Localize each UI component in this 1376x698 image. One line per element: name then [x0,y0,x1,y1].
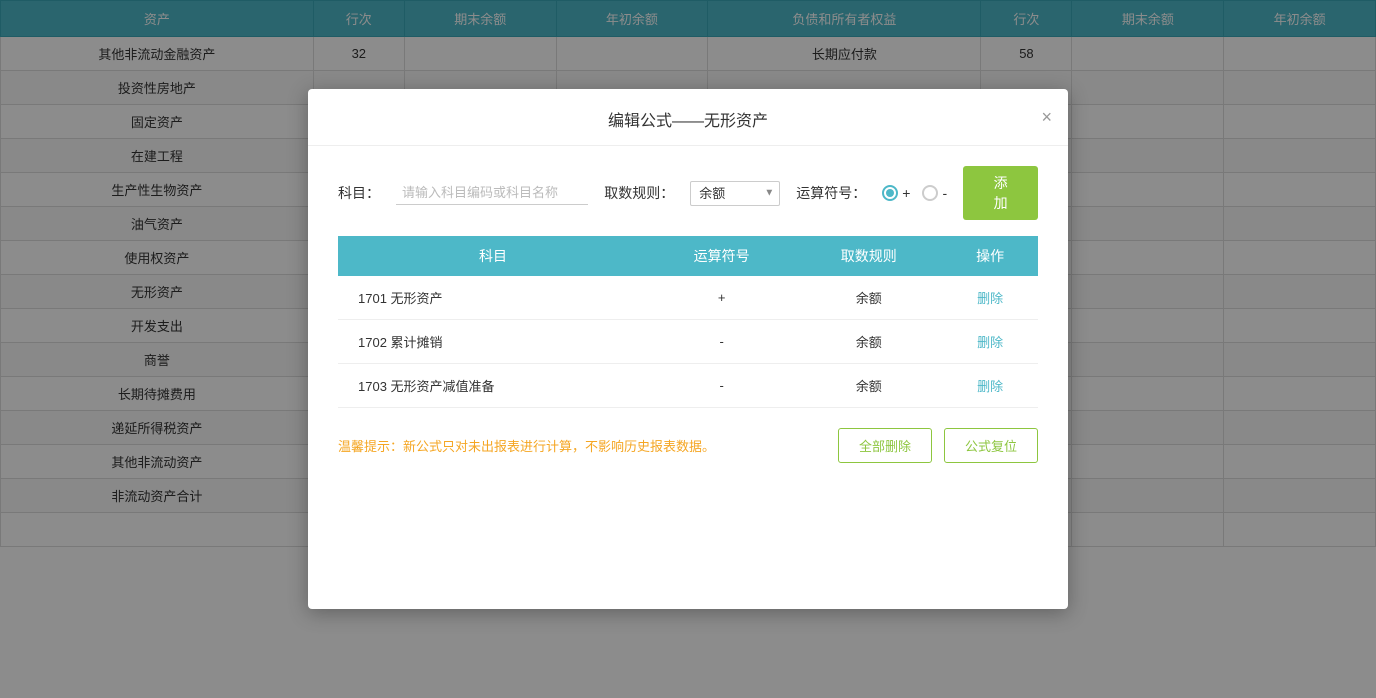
add-button[interactable]: 添加 [963,166,1038,220]
table-cell-action: 删除 [942,320,1038,364]
table-cell-subject: 1703 无形资产减值准备 [338,364,648,408]
table-row: 1703 无形资产减值准备-余额 删除 [338,364,1038,408]
table-cell-action: 删除 [942,364,1038,408]
table-cell-rule: 余额 [795,276,942,320]
data-table: 科目 运算符号 取数规则 操作 1701 无形资产+余额删除1702 累计摊销-… [338,236,1038,408]
modal-header: 编辑公式——无形资产 × [308,89,1068,146]
modal-close-button[interactable]: × [1041,108,1052,126]
footer-tip: 温馨提示：新公式只对未出报表进行计算，不影响历史报表数据。 [338,436,715,455]
col-header-operator: 运算符号 [648,236,795,276]
table-cell-action: 删除 [942,276,1038,320]
reset-formula-button[interactable]: 公式复位 [944,428,1038,463]
radio-plus-label: + [902,185,910,201]
form-row: 科目： 取数规则： 余额 借方发生额 贷方发生额 ▼ 运算符号： + [308,146,1068,236]
radio-minus-circle [922,185,938,201]
radio-minus[interactable]: - [922,185,947,201]
table-cell-operator: - [648,320,795,364]
table-cell-subject: 1701 无形资产 [338,276,648,320]
delete-link[interactable]: 删除 [977,379,1003,394]
delete-all-button[interactable]: 全部删除 [838,428,932,463]
delete-link[interactable]: 删除 [977,291,1003,306]
table-cell-subject: 1702 累计摊销 [338,320,648,364]
data-table-wrap: 科目 运算符号 取数规则 操作 1701 无形资产+余额删除1702 累计摊销-… [308,236,1068,408]
modal-footer: 温馨提示：新公式只对未出报表进行计算，不影响历史报表数据。 全部删除 公式复位 [308,408,1068,473]
col-header-rule: 取数规则 [795,236,942,276]
rule-select[interactable]: 余额 借方发生额 贷方发生额 [690,181,780,206]
radio-minus-label: - [942,185,947,201]
table-cell-rule: 余额 [795,364,942,408]
radio-plus-circle [882,185,898,201]
footer-buttons: 全部删除 公式复位 [838,428,1038,463]
table-row: 1702 累计摊销-余额 删除 [338,320,1038,364]
table-row: 1701 无形资产+余额 删除 [338,276,1038,320]
operator-radio-group: + - [882,185,947,201]
delete-link[interactable]: 删除 [977,335,1003,350]
operator-label: 运算符号： [796,183,866,203]
table-cell-operator: + [648,276,795,320]
modal-overlay: 编辑公式——无形资产 × 科目： 取数规则： 余额 借方发生额 贷方发生额 ▼ … [0,0,1376,698]
col-header-subject: 科目 [338,236,648,276]
subject-input[interactable] [396,181,588,205]
col-header-action: 操作 [942,236,1038,276]
modal-dialog: 编辑公式——无形资产 × 科目： 取数规则： 余额 借方发生额 贷方发生额 ▼ … [308,89,1068,609]
subject-label: 科目： [338,183,380,203]
rule-label: 取数规则： [604,183,674,203]
rule-select-wrapper: 余额 借方发生额 贷方发生额 ▼ [690,181,780,206]
modal-title: 编辑公式——无形资产 [608,107,768,131]
table-cell-operator: - [648,364,795,408]
table-cell-rule: 余额 [795,320,942,364]
radio-plus[interactable]: + [882,185,910,201]
